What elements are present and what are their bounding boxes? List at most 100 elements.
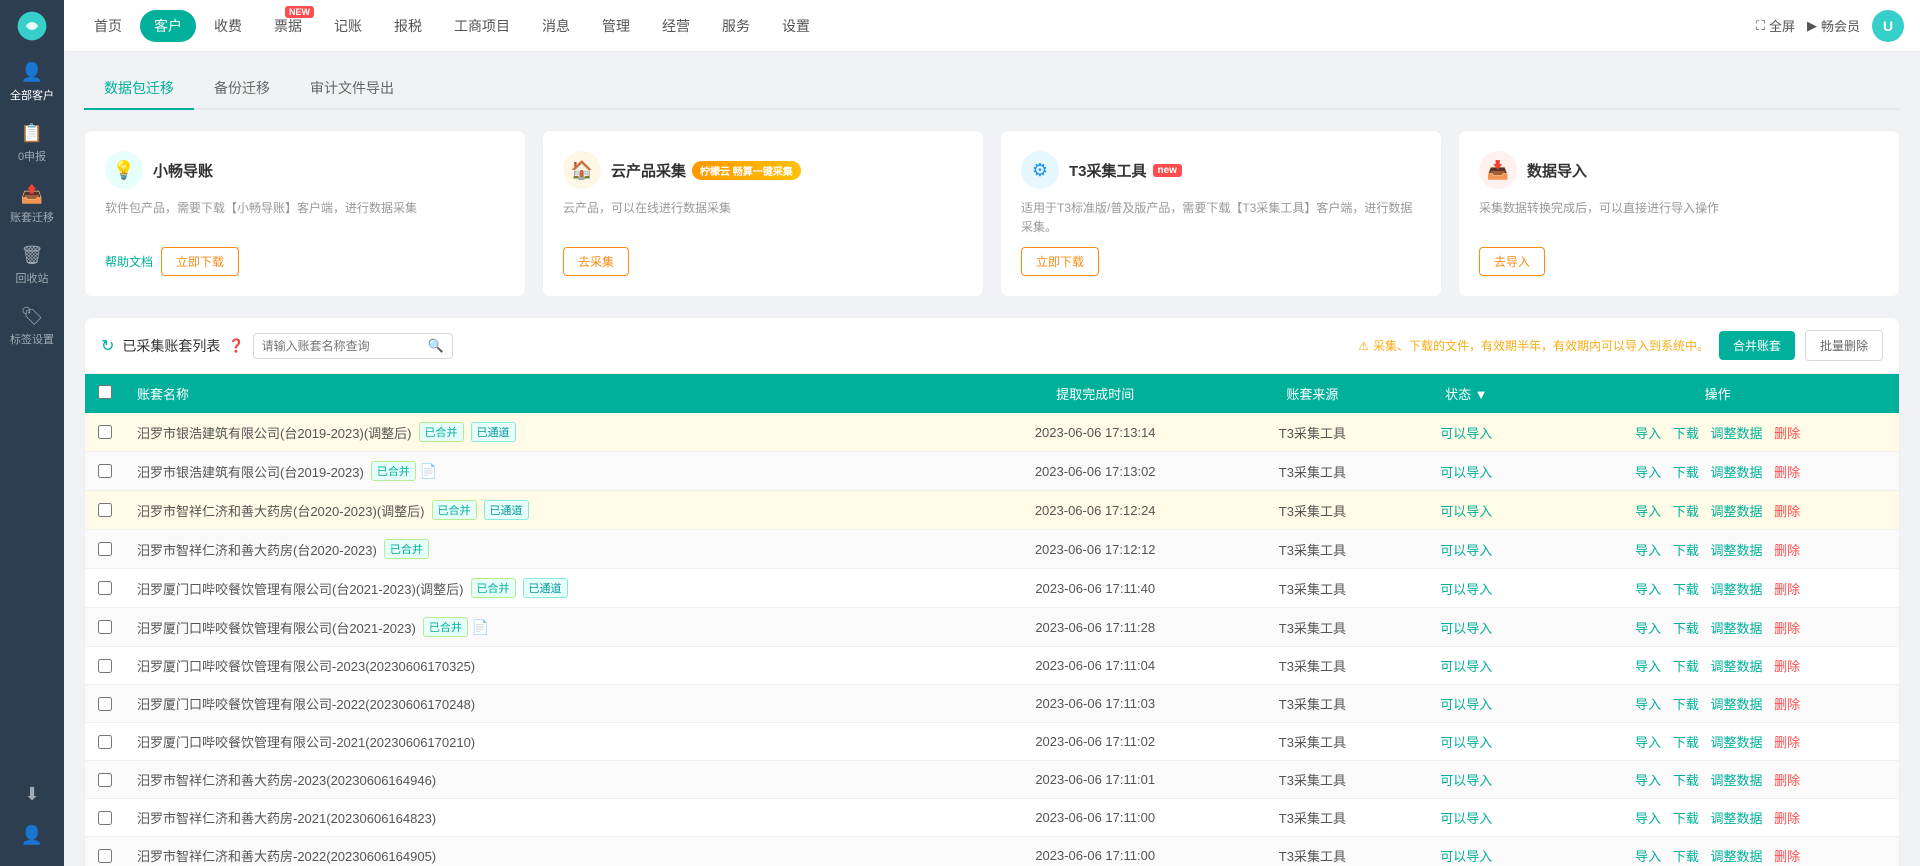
download-action-btn[interactable]: 下载 xyxy=(1669,501,1703,520)
sidebar-item-all-clients[interactable]: 👤 全部客户 xyxy=(0,52,64,113)
nav-bills[interactable]: 票据 NEW xyxy=(260,10,316,42)
download-action-btn[interactable]: 下载 xyxy=(1669,618,1703,637)
help-icon[interactable]: ❓ xyxy=(228,338,244,354)
sidebar-item-tags[interactable]: 🏷 标签设置 xyxy=(0,296,64,357)
delete-action-btn[interactable]: 删除 xyxy=(1770,656,1804,675)
adjust-action-btn[interactable]: 调整数据 xyxy=(1706,694,1766,713)
import-btn[interactable]: 去导入 xyxy=(1479,247,1545,276)
avatar[interactable]: U xyxy=(1872,10,1904,42)
delete-action-btn[interactable]: 删除 xyxy=(1770,540,1804,559)
import-action-btn[interactable]: 导入 xyxy=(1631,656,1665,675)
row-checkbox[interactable] xyxy=(98,773,112,787)
import-action-btn[interactable]: 导入 xyxy=(1631,770,1665,789)
nav-home[interactable]: 首页 xyxy=(80,10,136,42)
sidebar-item-zero-report[interactable]: 📋 0申报 xyxy=(0,113,64,174)
import-action-btn[interactable]: 导入 xyxy=(1631,423,1665,442)
import-action-btn[interactable]: 导入 xyxy=(1631,808,1665,827)
row-checkbox[interactable] xyxy=(98,811,112,825)
nav-manage[interactable]: 管理 xyxy=(588,10,644,42)
adjust-action-btn[interactable]: 调整数据 xyxy=(1706,770,1766,789)
download-action-btn[interactable]: 下载 xyxy=(1669,423,1703,442)
vip-btn[interactable]: ▶ 畅会员 xyxy=(1807,16,1860,35)
adjust-action-btn[interactable]: 调整数据 xyxy=(1706,732,1766,751)
search-icon[interactable]: 🔍 xyxy=(428,338,444,354)
sidebar-item-recycle[interactable]: 🗑 回收站 xyxy=(0,235,64,296)
download-action-btn[interactable]: 下载 xyxy=(1669,579,1703,598)
sidebar-item-download[interactable]: ⬇ xyxy=(0,774,64,815)
select-all-checkbox[interactable] xyxy=(98,385,112,399)
import-action-btn[interactable]: 导入 xyxy=(1631,501,1665,520)
row-checkbox[interactable] xyxy=(98,581,112,595)
delete-action-btn[interactable]: 删除 xyxy=(1770,846,1804,865)
sidebar-item-account-migrate[interactable]: 📤 账套迁移 xyxy=(0,174,64,235)
nav-settings[interactable]: 设置 xyxy=(768,10,824,42)
row-checkbox[interactable] xyxy=(98,464,112,478)
file-icon[interactable]: 📄 xyxy=(420,463,437,480)
row-checkbox[interactable] xyxy=(98,503,112,517)
row-checkbox[interactable] xyxy=(98,425,112,439)
fullscreen-btn[interactable]: ⛶ 全屏 xyxy=(1756,16,1795,35)
delete-action-btn[interactable]: 删除 xyxy=(1770,462,1804,481)
refresh-icon[interactable]: ↻ xyxy=(101,336,114,356)
tab-data-migrate[interactable]: 数据包迁移 xyxy=(84,68,194,110)
delete-action-btn[interactable]: 删除 xyxy=(1770,694,1804,713)
help-doc-btn[interactable]: 帮助文档 xyxy=(105,253,153,270)
import-action-btn[interactable]: 导入 xyxy=(1631,579,1665,598)
import-action-btn[interactable]: 导入 xyxy=(1631,732,1665,751)
adjust-action-btn[interactable]: 调整数据 xyxy=(1706,618,1766,637)
collect-btn[interactable]: 去采集 xyxy=(563,247,629,276)
adjust-action-btn[interactable]: 调整数据 xyxy=(1706,808,1766,827)
merge-btn[interactable]: 合并账套 xyxy=(1719,331,1795,360)
import-action-btn[interactable]: 导入 xyxy=(1631,618,1665,637)
import-action-btn[interactable]: 导入 xyxy=(1631,846,1665,865)
tab-audit-export[interactable]: 审计文件导出 xyxy=(290,68,414,110)
tab-backup-migrate[interactable]: 备份迁移 xyxy=(194,68,290,110)
nav-messages[interactable]: 消息 xyxy=(528,10,584,42)
import-action-btn[interactable]: 导入 xyxy=(1631,462,1665,481)
nav-clients[interactable]: 客户 xyxy=(140,10,196,42)
t3-download-btn[interactable]: 立即下载 xyxy=(1021,247,1099,276)
row-checkbox[interactable] xyxy=(98,735,112,749)
delete-action-btn[interactable]: 删除 xyxy=(1770,770,1804,789)
delete-action-btn[interactable]: 删除 xyxy=(1770,579,1804,598)
delete-action-btn[interactable]: 删除 xyxy=(1770,808,1804,827)
app-logo[interactable] xyxy=(0,0,64,52)
row-checkbox[interactable] xyxy=(98,659,112,673)
nav-bookkeeping[interactable]: 记账 xyxy=(320,10,376,42)
file-icon[interactable]: 📄 xyxy=(472,619,489,636)
download-action-btn[interactable]: 下载 xyxy=(1669,694,1703,713)
download-action-btn[interactable]: 下载 xyxy=(1669,462,1703,481)
sidebar-item-profile[interactable]: 👤 xyxy=(0,815,64,856)
adjust-action-btn[interactable]: 调整数据 xyxy=(1706,423,1766,442)
adjust-action-btn[interactable]: 调整数据 xyxy=(1706,846,1766,865)
nav-tax[interactable]: 报税 xyxy=(380,10,436,42)
nav-business[interactable]: 工商项目 xyxy=(440,10,524,42)
adjust-action-btn[interactable]: 调整数据 xyxy=(1706,540,1766,559)
row-checkbox[interactable] xyxy=(98,849,112,863)
delete-action-btn[interactable]: 删除 xyxy=(1770,732,1804,751)
download-btn[interactable]: 立即下载 xyxy=(161,247,239,276)
download-action-btn[interactable]: 下载 xyxy=(1669,656,1703,675)
delete-action-btn[interactable]: 删除 xyxy=(1770,423,1804,442)
adjust-action-btn[interactable]: 调整数据 xyxy=(1706,579,1766,598)
download-action-btn[interactable]: 下载 xyxy=(1669,846,1703,865)
delete-action-btn[interactable]: 删除 xyxy=(1770,618,1804,637)
adjust-action-btn[interactable]: 调整数据 xyxy=(1706,501,1766,520)
delete-action-btn[interactable]: 删除 xyxy=(1770,501,1804,520)
adjust-action-btn[interactable]: 调整数据 xyxy=(1706,462,1766,481)
nav-service[interactable]: 服务 xyxy=(708,10,764,42)
batch-delete-btn[interactable]: 批量删除 xyxy=(1805,330,1883,361)
download-action-btn[interactable]: 下载 xyxy=(1669,770,1703,789)
row-checkbox[interactable] xyxy=(98,697,112,711)
download-action-btn[interactable]: 下载 xyxy=(1669,808,1703,827)
import-action-btn[interactable]: 导入 xyxy=(1631,540,1665,559)
download-action-btn[interactable]: 下载 xyxy=(1669,540,1703,559)
adjust-action-btn[interactable]: 调整数据 xyxy=(1706,656,1766,675)
nav-fees[interactable]: 收费 xyxy=(200,10,256,42)
download-action-btn[interactable]: 下载 xyxy=(1669,732,1703,751)
import-action-btn[interactable]: 导入 xyxy=(1631,694,1665,713)
search-input[interactable] xyxy=(262,339,422,353)
row-checkbox[interactable] xyxy=(98,620,112,634)
row-checkbox[interactable] xyxy=(98,542,112,556)
nav-operation[interactable]: 经营 xyxy=(648,10,704,42)
